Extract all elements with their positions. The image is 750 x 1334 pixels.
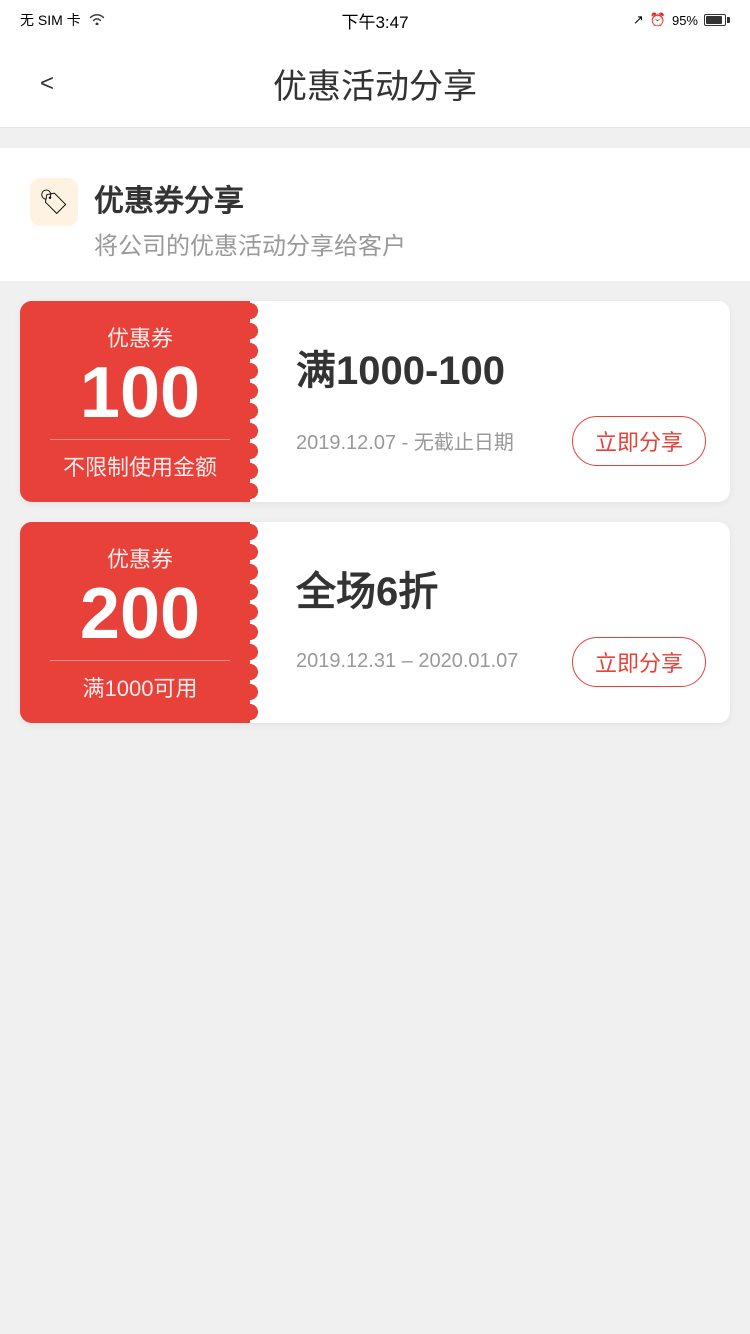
carrier-text: 无 SIM 卡 — [20, 10, 81, 30]
section-description: 将公司的优惠活动分享给客户 — [94, 226, 406, 261]
coupon-bottom-1: 2019.12.07 - 无截止日期 立即分享 — [296, 416, 706, 466]
coupon-amount-2: 200 — [80, 578, 200, 650]
coupon-label-2: 优惠券 — [107, 542, 173, 574]
coupon-condition-1: 不限制使用金额 — [63, 450, 217, 482]
coupon-amount-1: 100 — [80, 357, 200, 429]
wifi-icon — [89, 12, 105, 28]
status-left: 无 SIM 卡 — [20, 10, 105, 30]
coupon-card: 优惠券 100 不限制使用金额 满1000-100 2019.12.07 - 无… — [20, 301, 730, 502]
coupon-condition-2: 满1000可用 — [83, 671, 198, 703]
status-bar: 无 SIM 卡 下午3:47 ↗ ⏰ 95% — [0, 0, 750, 40]
battery-icon — [704, 14, 730, 26]
share-button-2[interactable]: 立即分享 — [572, 637, 706, 687]
coupons-list: 优惠券 100 不限制使用金额 满1000-100 2019.12.07 - 无… — [0, 281, 750, 743]
coupon-divider-1 — [50, 439, 230, 440]
section-icon: 🏷 — [30, 178, 78, 226]
status-time: 下午3:47 — [341, 8, 408, 33]
share-button-1[interactable]: 立即分享 — [572, 416, 706, 466]
coupon-right-1: 满1000-100 2019.12.07 - 无截止日期 立即分享 — [260, 301, 730, 502]
coupon-right-2: 全场6折 2019.12.31 – 2020.01.07 立即分享 — [260, 522, 730, 723]
coupon-title-1: 满1000-100 — [296, 338, 706, 396]
nav-bar: < 优惠活动分享 — [0, 40, 750, 128]
coupon-bottom-2: 2019.12.31 – 2020.01.07 立即分享 — [296, 637, 706, 687]
coupon-title-2: 全场6折 — [296, 559, 706, 617]
section-text: 优惠券分享 将公司的优惠活动分享给客户 — [94, 176, 406, 261]
section-header: 🏷 优惠券分享 将公司的优惠活动分享给客户 — [0, 148, 750, 281]
coupon-date-1: 2019.12.07 - 无截止日期 — [296, 426, 514, 455]
coupon-left-2: 优惠券 200 满1000可用 — [20, 522, 260, 723]
coupon-label-1: 优惠券 — [107, 321, 173, 353]
page-title: 优惠活动分享 — [273, 59, 477, 108]
status-right: ↗ ⏰ 95% — [633, 12, 730, 28]
location-icon: ↗ — [633, 12, 644, 28]
coupon-divider-2 — [50, 660, 230, 661]
coupon-date-2: 2019.12.31 – 2020.01.07 — [296, 650, 518, 673]
battery-percent: 95% — [672, 13, 698, 28]
back-button[interactable]: < — [30, 60, 64, 108]
alarm-icon: ⏰ — [650, 12, 666, 28]
section-title: 优惠券分享 — [94, 176, 406, 220]
coupon-left-1: 优惠券 100 不限制使用金额 — [20, 301, 260, 502]
coupon-card-2: 优惠券 200 满1000可用 全场6折 2019.12.31 – 2020.0… — [20, 522, 730, 723]
